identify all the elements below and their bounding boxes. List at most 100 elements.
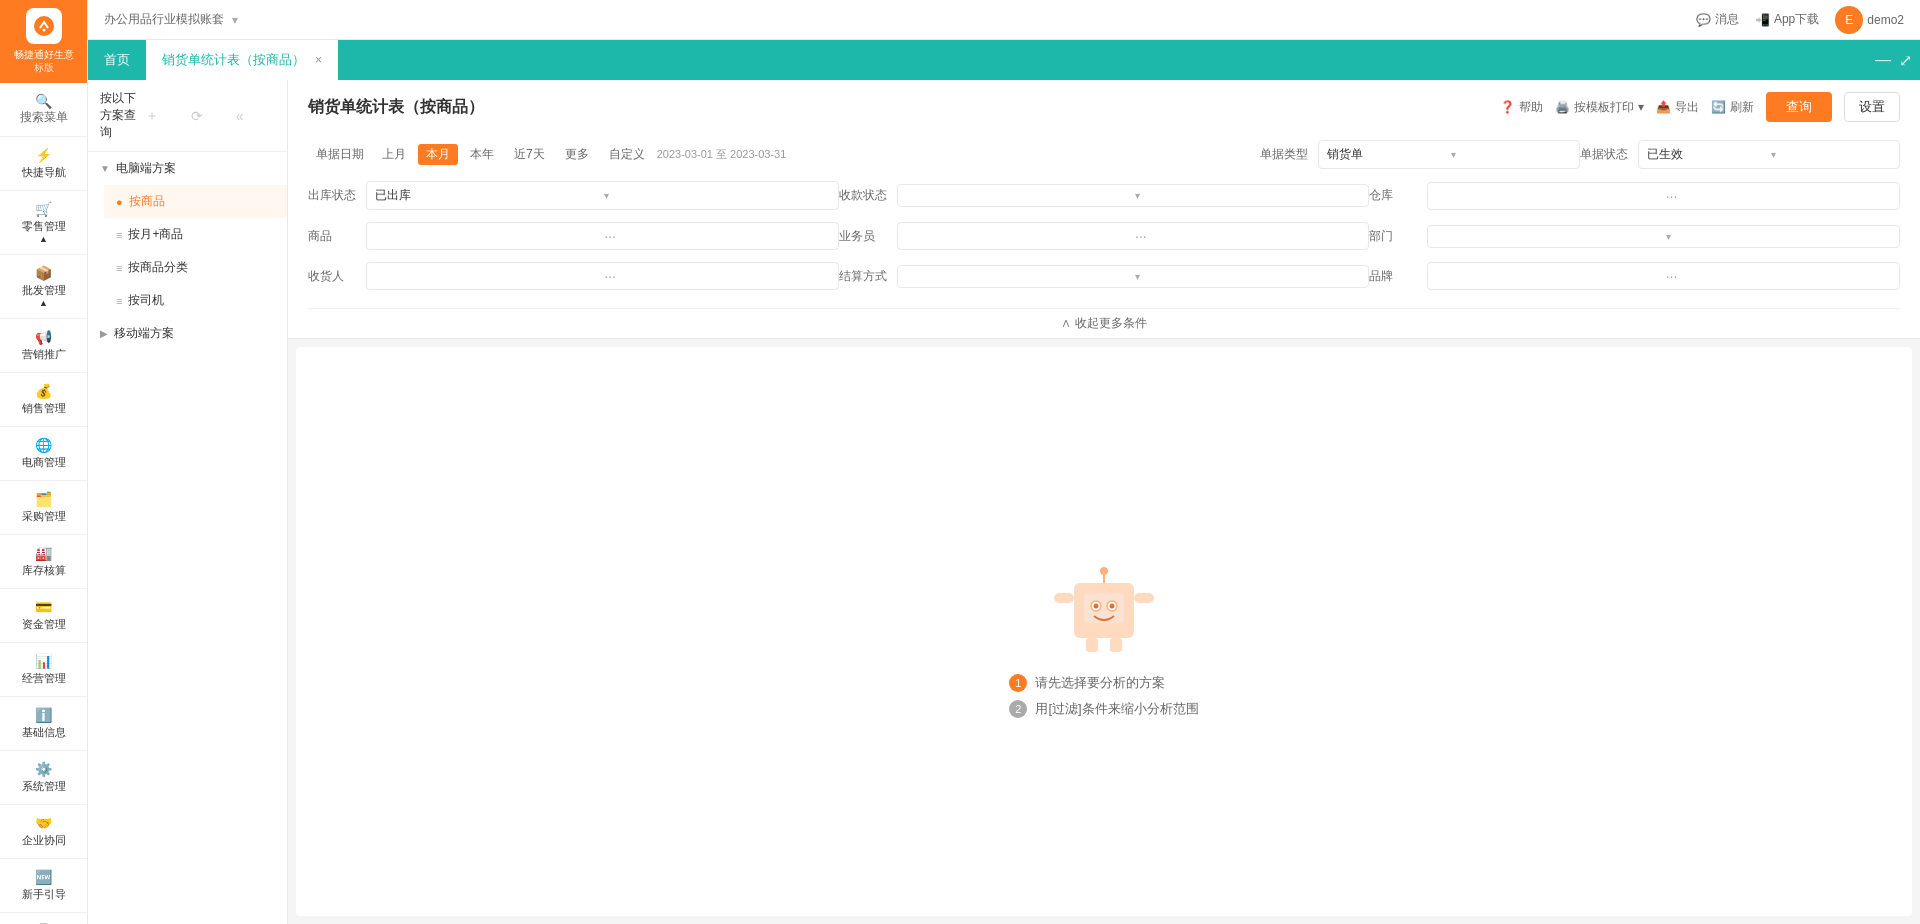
finance-nav-item[interactable]: 💳 资金管理 — [0, 589, 87, 643]
quick-nav-item[interactable]: ⚡ 快捷导航 — [0, 137, 87, 191]
storage-select[interactable]: 已出库 ▾ — [366, 181, 839, 210]
print-template-btn[interactable]: 🖨️ 按模板打印 ▾ — [1555, 99, 1644, 116]
app-download-btn[interactable]: 📲 App下载 — [1755, 11, 1819, 28]
wholesale-nav-item[interactable]: 📦 批发管理 ▲ — [0, 255, 87, 319]
tree-mobile: ▶ 移动端方案 — [88, 317, 287, 350]
tree-desktop-root[interactable]: ▼ 电脑端方案 — [88, 152, 287, 185]
collapse-conditions-btn[interactable]: ∧ 收起更多条件 — [308, 308, 1900, 338]
ecom-nav-item[interactable]: 🌐 电商管理 — [0, 427, 87, 481]
tab-sales-stat[interactable]: 销货单统计表（按商品） × — [146, 40, 338, 80]
inventory-nav-item[interactable]: 🏭 库存核算 — [0, 535, 87, 589]
topbar-left: 办公用品行业模拟账套 ▾ — [104, 11, 238, 28]
content-area: 按以下方案查询 ＋ ⟳ « ▼ 电脑端方案 ● 按商品 ≡ — [88, 80, 1920, 924]
appcenter-nav-item[interactable]: 📱 应用中心 — [0, 913, 87, 924]
settlement-select[interactable]: ▾ — [897, 265, 1370, 288]
purchase-nav-item[interactable]: 🗂️ 采购管理 — [0, 481, 87, 535]
help-btn[interactable]: ❓ 帮助 — [1500, 99, 1543, 116]
brand-label: 品牌 — [1369, 268, 1419, 285]
date-bar: 上月 本月 本年 近7天 更多 自定义 2023-03-01 至 2023-03… — [374, 140, 786, 169]
marketing-nav-item[interactable]: 📢 营销推广 — [0, 319, 87, 373]
tree-item-by-goods[interactable]: ● 按商品 — [104, 185, 287, 218]
empty-step-2: 2 用[过滤]条件来缩小分析范围 — [1009, 700, 1198, 718]
warehouse-select[interactable]: ··· — [1427, 182, 1900, 210]
doctype-select[interactable]: 销货单 ▾ — [1318, 140, 1580, 169]
tree-item-icon2: ≡ — [116, 229, 122, 241]
tree-item-by-month-goods[interactable]: ≡ 按月+商品 — [104, 218, 287, 251]
filter-receiver: 收货人 ··· — [308, 262, 839, 290]
filter-row-1: 单据日期 上月 本月 本年 近7天 更多 自定义 2023-03-01 至 20… — [308, 134, 1900, 175]
page-title-row: 销货单统计表（按商品） ❓ 帮助 🖨️ 按模板打印 ▾ 📤 — [308, 92, 1900, 122]
username-label: demo2 — [1867, 13, 1904, 27]
export-btn[interactable]: 📤 导出 — [1656, 99, 1699, 116]
expand-icon2: ▶ — [100, 328, 108, 339]
brand-select[interactable]: ··· — [1427, 262, 1900, 290]
salesperson-select[interactable]: ··· — [897, 222, 1370, 250]
empty-state: 1 请先选择要分析的方案 2 用[过滤]条件来缩小分析范围 — [296, 347, 1912, 916]
filter-storage-status: 出库状态 已出库 ▾ — [308, 181, 839, 210]
tree-item-icon3: ≡ — [116, 262, 122, 274]
docstatus-select[interactable]: 已生效 ▾ — [1638, 140, 1900, 169]
date-this-year[interactable]: 本年 — [462, 144, 502, 165]
date-more[interactable]: 更多 — [557, 144, 597, 165]
refresh-btn[interactable]: 🔄 刷新 — [1711, 99, 1754, 116]
step-num-1: 1 — [1009, 674, 1027, 692]
collapse-label: ∧ 收起更多条件 — [1061, 315, 1146, 332]
tree-item-icon4: ≡ — [116, 295, 122, 307]
date-this-month[interactable]: 本月 — [418, 144, 458, 165]
message-btn[interactable]: 💬 消息 — [1696, 11, 1739, 28]
payment-chevron: ▾ — [1135, 190, 1360, 201]
maximize-btn[interactable]: ⤢ — [1899, 51, 1912, 70]
warehouse-dots: ··· — [1666, 188, 1891, 204]
tree-desktop: ▼ 电脑端方案 ● 按商品 ≡ 按月+商品 ≡ 按商品分类 — [88, 152, 287, 317]
tree-item-by-category[interactable]: ≡ 按商品分类 — [104, 251, 287, 284]
newuser-nav-item[interactable]: 🆕 新手引导 — [0, 859, 87, 913]
tab-close-btn[interactable]: × — [315, 53, 322, 67]
dept-select[interactable]: ▾ — [1427, 225, 1900, 248]
topbar: 办公用品行业模拟账套 ▾ 💬 消息 📲 App下载 E demo2 — [88, 0, 1920, 40]
settings-button[interactable]: 设置 — [1844, 92, 1900, 122]
industry-dropdown-icon[interactable]: ▾ — [232, 13, 238, 27]
basic-nav-item[interactable]: ℹ️ 基础信息 — [0, 697, 87, 751]
refresh-icon: 🔄 — [1711, 100, 1726, 114]
date-custom[interactable]: 自定义 — [601, 144, 653, 165]
payment-select[interactable]: ▾ — [897, 184, 1370, 207]
goods-select[interactable]: ··· — [366, 222, 839, 250]
date-7days[interactable]: 近7天 — [506, 144, 553, 165]
sales-nav-item[interactable]: 💰 销售管理 — [0, 373, 87, 427]
tabbar-actions: — ⤢ — [1875, 51, 1920, 70]
right-panel: 销货单统计表（按商品） ❓ 帮助 🖨️ 按模板打印 ▾ 📤 — [288, 80, 1920, 924]
tree-item-label2: 按月+商品 — [128, 226, 183, 243]
operations-nav-item[interactable]: 📊 经营管理 — [0, 643, 87, 697]
logo-icon — [26, 8, 62, 44]
app-subtitle: 标版 — [34, 61, 54, 75]
system-nav-item[interactable]: ⚙️ 系统管理 — [0, 751, 87, 805]
salesperson-label: 业务员 — [839, 228, 889, 245]
tree-mobile-root[interactable]: ▶ 移动端方案 — [88, 317, 287, 350]
industry-label: 办公用品行业模拟账套 — [104, 11, 224, 28]
retail-nav-item[interactable]: 🛒 零售管理 ▲ — [0, 191, 87, 255]
user-profile-btn[interactable]: E demo2 — [1835, 6, 1904, 34]
tree-item-label3: 按商品分类 — [128, 259, 188, 276]
collab-nav-item[interactable]: 🤝 企业协同 — [0, 805, 87, 859]
svg-point-6 — [1094, 603, 1099, 608]
app-name: 畅捷通好生意 — [14, 48, 74, 61]
topbar-right: 💬 消息 📲 App下载 E demo2 — [1696, 6, 1904, 34]
tree-item-by-driver[interactable]: ≡ 按司机 — [104, 284, 287, 317]
page-header: 销货单统计表（按商品） ❓ 帮助 🖨️ 按模板打印 ▾ 📤 — [288, 80, 1920, 339]
tree-desktop-children: ● 按商品 ≡ 按月+商品 ≡ 按商品分类 ≡ 按司机 — [88, 185, 287, 317]
minimize-btn[interactable]: — — [1875, 51, 1891, 69]
step-2-text: 用[过滤]条件来缩小分析范围 — [1035, 700, 1198, 718]
warehouse-label: 仓库 — [1369, 187, 1419, 204]
refresh-scheme-btn[interactable]: ⟳ — [191, 108, 230, 124]
search-menu-item[interactable]: 🔍 搜索菜单 — [0, 83, 87, 137]
date-prev-month[interactable]: 上月 — [374, 144, 414, 165]
add-scheme-btn[interactable]: ＋ — [145, 107, 184, 125]
collapse-panel-btn[interactable]: « — [236, 108, 275, 124]
left-panel-title: 按以下方案查询 — [100, 90, 139, 141]
receiver-select[interactable]: ··· — [366, 262, 839, 290]
receiver-dots: ··· — [604, 268, 829, 284]
query-button[interactable]: 查询 — [1766, 92, 1832, 122]
tab-home[interactable]: 首页 — [88, 40, 146, 80]
message-icon: 💬 — [1696, 13, 1711, 27]
export-label: 导出 — [1675, 99, 1699, 116]
